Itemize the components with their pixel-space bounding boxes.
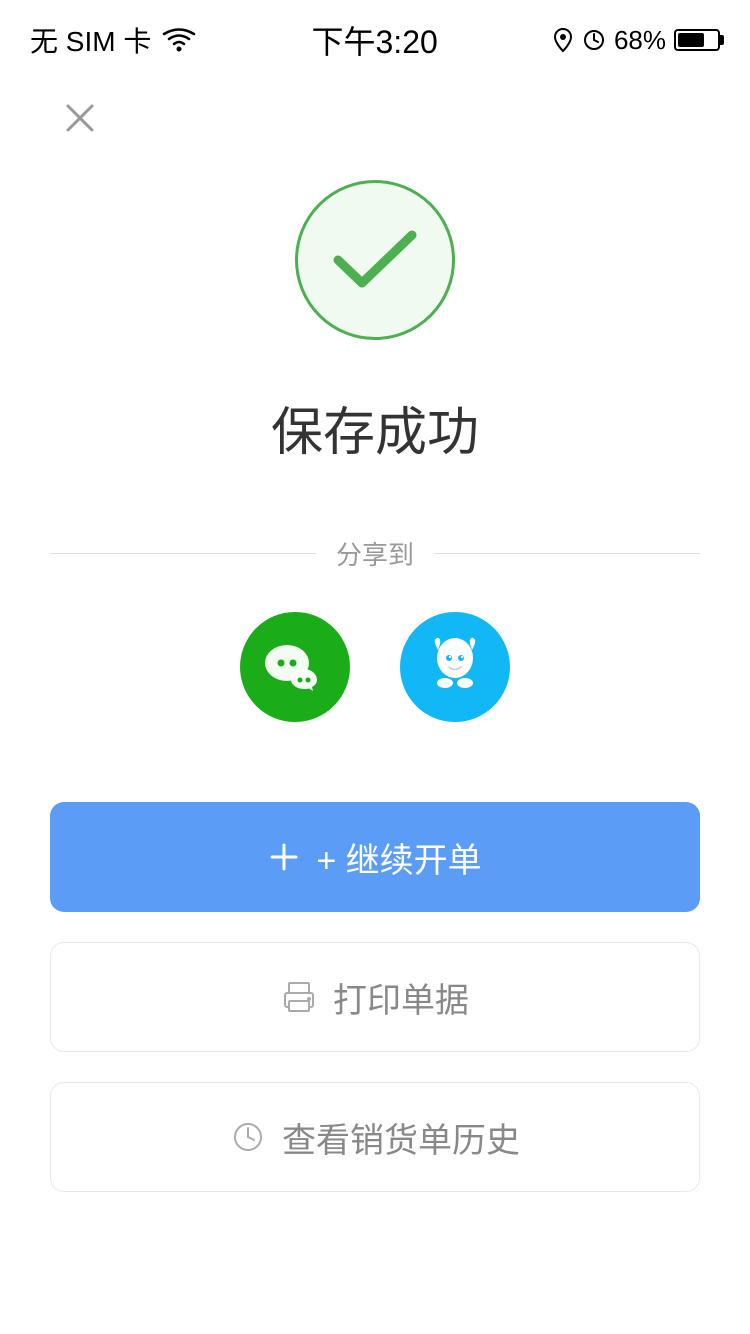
wifi-icon [161,27,197,53]
history-icon [230,1119,266,1155]
continue-button[interactable]: + 继续开单 [50,802,700,912]
divider-row: 分享到 [0,535,750,572]
battery-indicator [674,29,720,51]
share-icons [240,612,510,722]
qq-icon [423,630,488,705]
qq-share-button[interactable] [400,612,510,722]
status-time: 下午3:20 [312,17,438,63]
success-circle [295,180,455,340]
carrier-text: 无 SIM 卡 [30,20,151,60]
divider-right [434,553,700,554]
print-label: 打印单据 [333,973,469,1022]
history-label: 查看销货单历史 [282,1113,520,1162]
battery-percent: 68% [614,25,666,56]
plus-icon [268,841,300,873]
checkmark-icon [330,225,420,295]
status-bar: 无 SIM 卡 下午3:20 68% [0,0,750,80]
main-content: 保存成功 分享到 [0,80,750,1192]
print-button[interactable]: 打印单据 [50,942,700,1052]
alarm-icon [582,28,606,52]
continue-label: + 继续开单 [316,833,481,882]
wechat-icon [260,637,330,697]
success-title: 保存成功 [271,390,479,465]
status-left: 无 SIM 卡 [30,20,197,60]
history-button[interactable]: 查看销货单历史 [50,1082,700,1192]
share-label: 分享到 [316,535,434,572]
wechat-share-button[interactable] [240,612,350,722]
close-icon [62,100,98,136]
divider-left [50,553,316,554]
printer-icon [281,979,317,1015]
location-icon [552,27,574,53]
share-section: 分享到 [0,535,750,722]
close-button[interactable] [50,88,110,148]
actions: + 继续开单 打印单据 查看销货单历史 [0,802,750,1192]
status-right: 68% [552,25,720,56]
